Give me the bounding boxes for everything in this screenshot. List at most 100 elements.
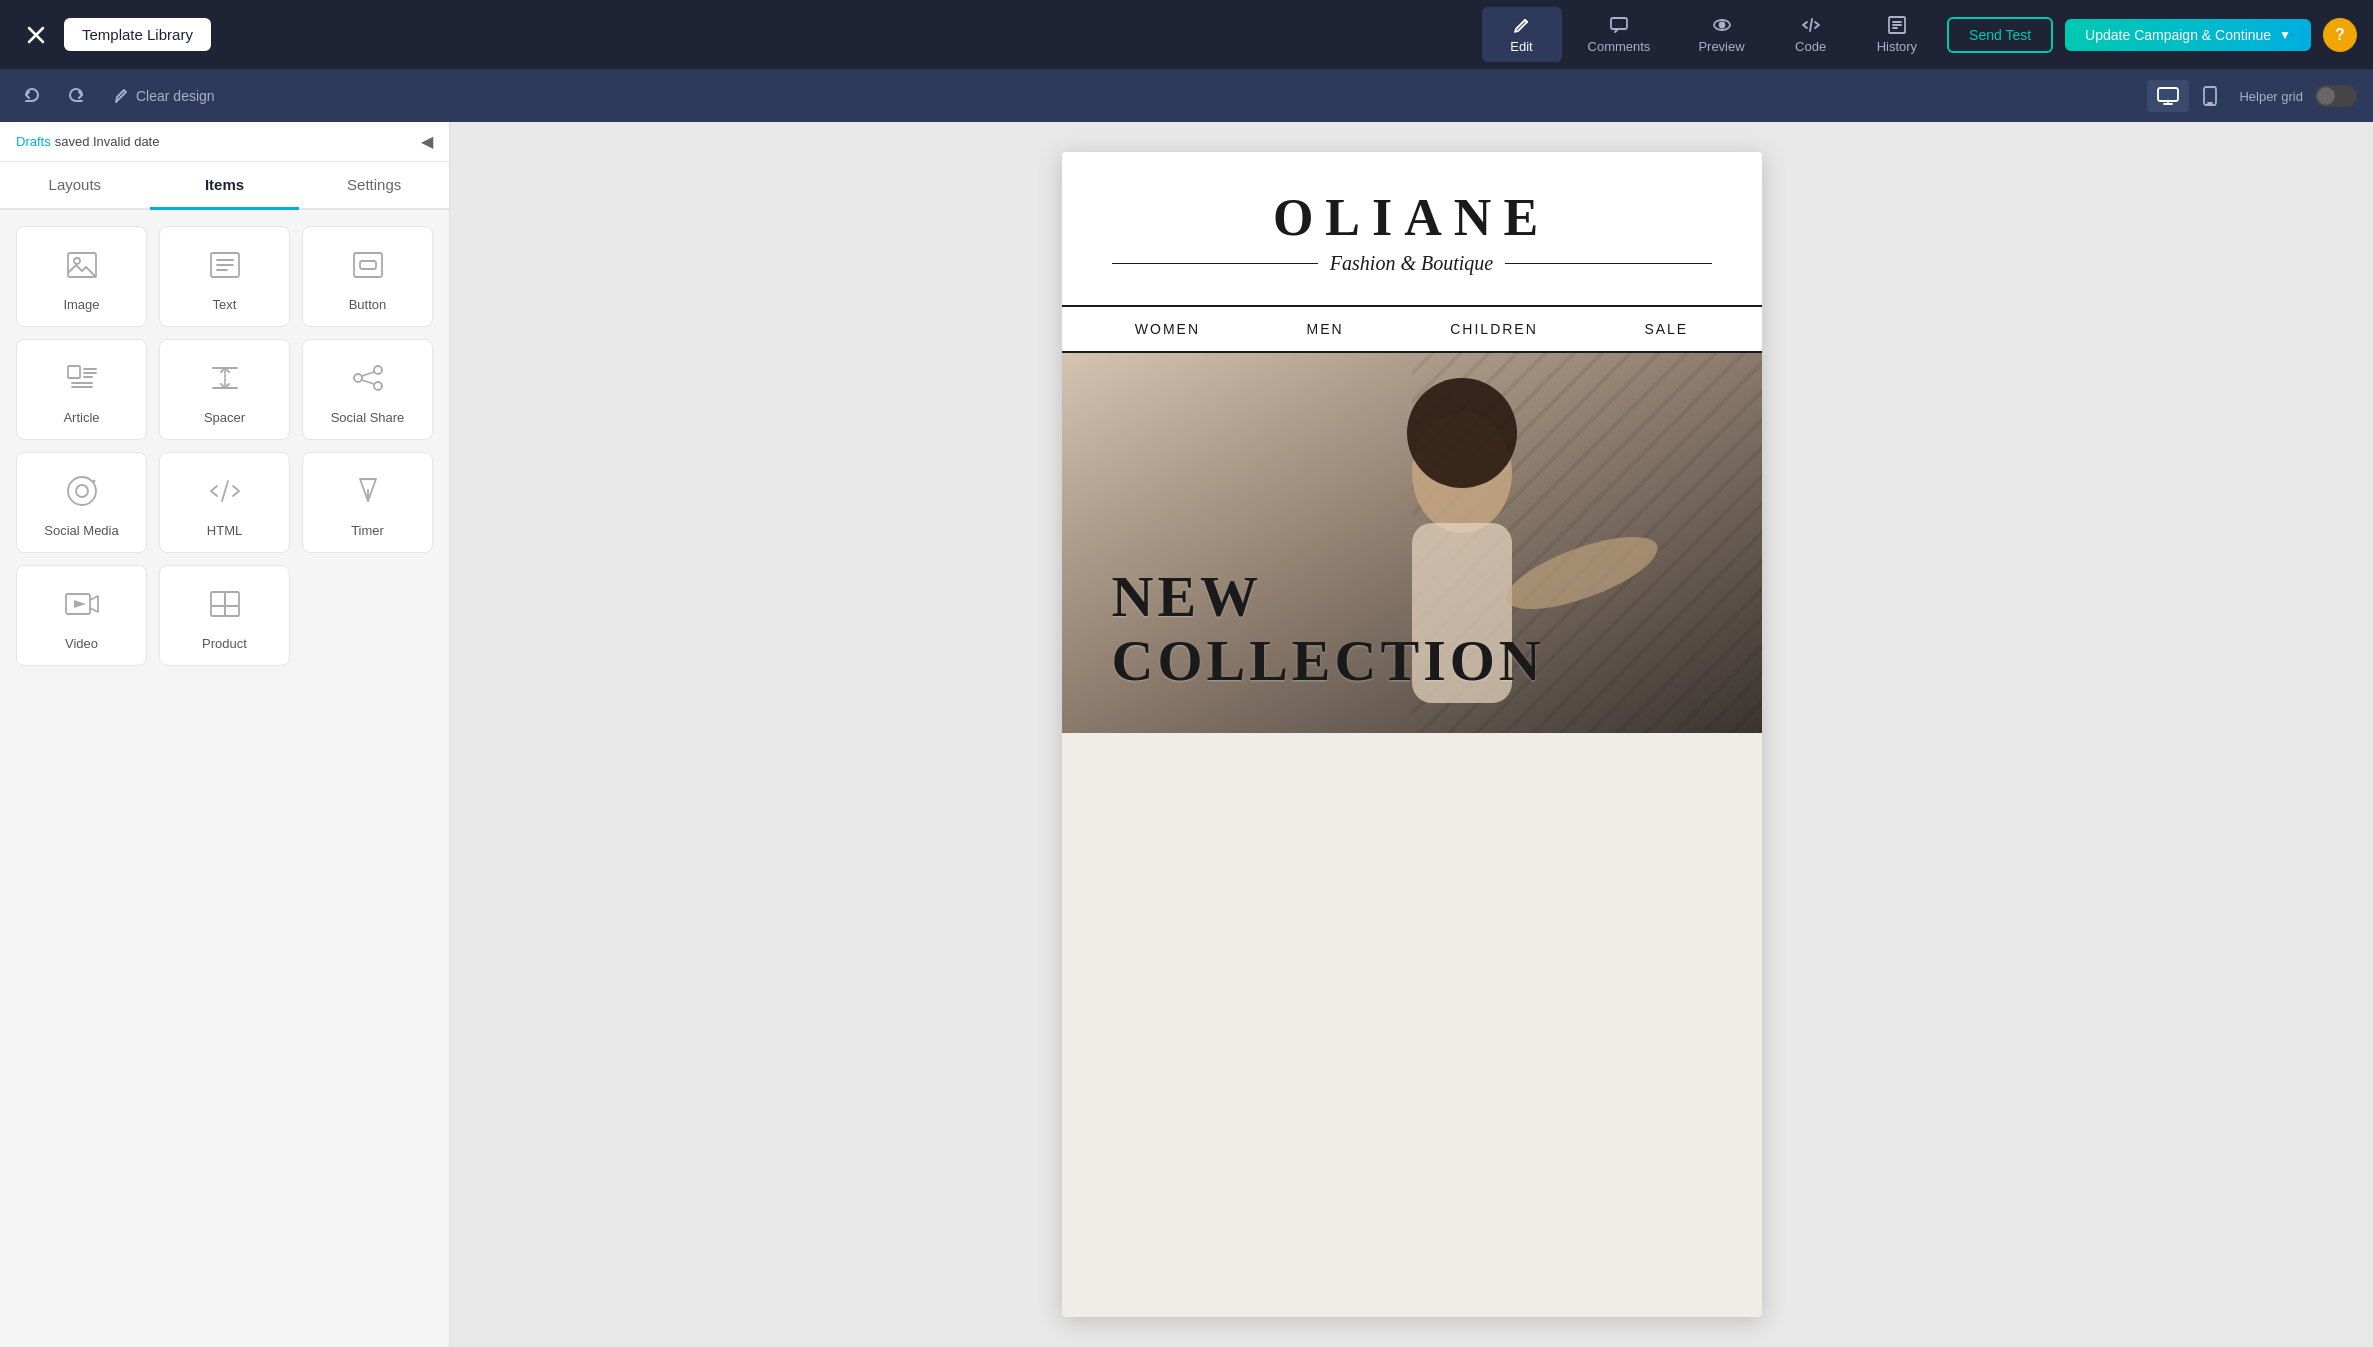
svg-rect-23 [68, 366, 80, 378]
brand-name: OLIANE [1112, 192, 1712, 244]
item-video[interactable]: Video [16, 565, 147, 666]
brand-sub: Fashion & Boutique [1112, 252, 1712, 275]
item-image[interactable]: Image [16, 226, 147, 327]
svg-rect-47 [211, 606, 225, 616]
button-icon [350, 247, 386, 287]
top-bar: Template Library Edit Comments Preview [0, 0, 2373, 70]
svg-point-33 [354, 374, 362, 382]
drafts-bar: Drafts saved Invalid date ◀ [0, 122, 449, 162]
svg-rect-48 [225, 606, 239, 616]
collapse-panel-button[interactable]: ◀ [421, 132, 433, 151]
items-grid: Image Text [0, 210, 449, 682]
nav-sale: SALE [1644, 321, 1688, 337]
hero-background: NEW COLLECTION [1062, 353, 1762, 733]
item-product-label: Product [202, 636, 247, 651]
tab-edit[interactable]: Edit [1482, 7, 1562, 62]
article-icon [64, 360, 100, 400]
item-html-label: HTML [207, 523, 242, 538]
svg-point-34 [374, 382, 382, 390]
svg-point-37 [68, 477, 96, 505]
brand-line-left [1112, 263, 1318, 264]
item-social-media[interactable]: Social Media [16, 452, 147, 553]
social-media-icon [64, 473, 100, 513]
svg-line-36 [362, 380, 374, 384]
item-spacer[interactable]: Spacer [159, 339, 290, 440]
panel-tabs: Layouts Items Settings [0, 162, 449, 210]
text-icon [207, 247, 243, 287]
nav-men: MEN [1307, 321, 1344, 337]
brand-line-right [1505, 263, 1711, 264]
item-button-label: Button [349, 297, 387, 312]
template-library-button[interactable]: Template Library [64, 18, 211, 51]
item-timer-label: Timer [351, 523, 384, 538]
svg-point-55 [1407, 378, 1517, 488]
close-button[interactable] [16, 15, 56, 55]
tab-items[interactable]: Items [150, 162, 300, 210]
drafts-link[interactable]: Drafts [16, 134, 51, 149]
image-icon [64, 247, 100, 287]
item-text[interactable]: Text [159, 226, 290, 327]
item-article[interactable]: Article [16, 339, 147, 440]
helper-grid-toggle[interactable] [2315, 85, 2357, 107]
mobile-view-button[interactable] [2193, 80, 2227, 112]
main-layout: Drafts saved Invalid date ◀ Layouts Item… [0, 122, 2373, 1347]
undo-button[interactable] [16, 80, 48, 112]
tab-preview[interactable]: Preview [1676, 7, 1766, 62]
svg-point-4 [1719, 23, 1724, 28]
nav-children: CHILDREN [1450, 321, 1538, 337]
tab-settings[interactable]: Settings [299, 162, 449, 210]
tab-history[interactable]: History [1855, 7, 1939, 62]
item-image-label: Image [63, 297, 99, 312]
svg-marker-44 [74, 600, 86, 608]
tab-layouts[interactable]: Layouts [0, 162, 150, 210]
item-button[interactable]: Button [302, 226, 433, 327]
nav-right-actions: Send Test Update Campaign & Continue ▼ ? [1947, 17, 2357, 53]
svg-point-38 [76, 485, 88, 497]
left-panel: Drafts saved Invalid date ◀ Layouts Item… [0, 122, 450, 1347]
item-article-label: Article [63, 410, 99, 425]
svg-rect-45 [211, 592, 225, 606]
device-buttons [2147, 80, 2227, 112]
email-canvas: OLIANE Fashion & Boutique WOMEN MEN CHIL… [1062, 152, 1762, 1317]
clear-design-button[interactable]: Clear design [104, 82, 225, 110]
item-spacer-label: Spacer [204, 410, 245, 425]
svg-point-16 [74, 258, 80, 264]
chevron-down-icon: ▼ [2279, 28, 2291, 42]
help-button[interactable]: ? [2323, 18, 2357, 52]
item-timer[interactable]: Timer [302, 452, 433, 553]
item-product[interactable]: Product [159, 565, 290, 666]
product-icon [207, 586, 243, 626]
spacer-icon [207, 360, 243, 400]
desktop-view-button[interactable] [2147, 80, 2189, 112]
item-video-label: Video [65, 636, 98, 651]
svg-line-5 [1810, 19, 1812, 31]
social-share-icon [350, 360, 386, 400]
send-test-button[interactable]: Send Test [1947, 17, 2053, 53]
html-icon [207, 473, 243, 513]
video-icon [64, 586, 100, 626]
nav-tabs: Edit Comments Preview Code [1482, 7, 1940, 62]
nav-women: WOMEN [1135, 321, 1200, 337]
svg-rect-21 [354, 253, 382, 277]
svg-rect-46 [225, 592, 239, 606]
email-header: OLIANE Fashion & Boutique [1062, 152, 1762, 305]
update-campaign-button[interactable]: Update Campaign & Continue ▼ [2065, 19, 2311, 51]
second-bar: Clear design Helper grid [0, 70, 2373, 122]
tab-comments[interactable]: Comments [1566, 7, 1673, 62]
item-html[interactable]: HTML [159, 452, 290, 553]
email-hero: NEW COLLECTION [1062, 353, 1762, 733]
tab-code[interactable]: Code [1771, 7, 1851, 62]
svg-rect-22 [360, 261, 376, 269]
canvas-area[interactable]: OLIANE Fashion & Boutique WOMEN MEN CHIL… [450, 122, 2373, 1347]
redo-button[interactable] [60, 80, 92, 112]
svg-rect-10 [2158, 88, 2178, 101]
svg-line-35 [362, 372, 374, 376]
saved-status: saved Invalid date [55, 134, 160, 149]
helper-grid-label: Helper grid [2239, 89, 2303, 104]
svg-point-32 [374, 366, 382, 374]
item-social-share[interactable]: Social Share [302, 339, 433, 440]
item-text-label: Text [213, 297, 237, 312]
svg-line-40 [222, 481, 228, 501]
hero-text: NEW COLLECTION [1112, 565, 1545, 693]
svg-rect-2 [1611, 18, 1627, 29]
